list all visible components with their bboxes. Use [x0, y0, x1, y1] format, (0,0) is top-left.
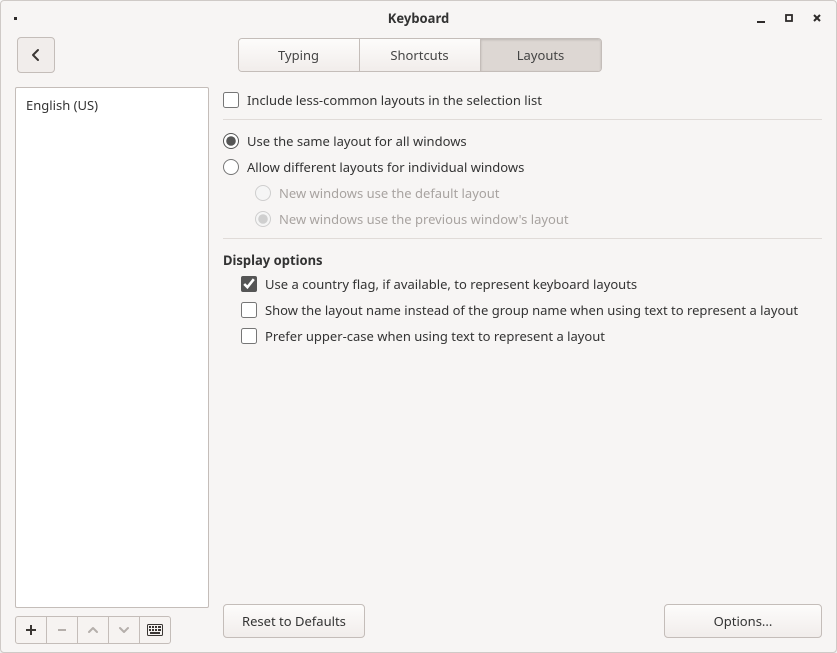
- plus-icon: [24, 623, 38, 637]
- move-down-button[interactable]: [109, 617, 140, 643]
- layout-options-pane: Include less-common layouts in the selec…: [223, 87, 822, 652]
- divider: [223, 119, 822, 120]
- add-layout-button[interactable]: [16, 617, 47, 643]
- country-flag-checkbox[interactable]: [241, 276, 257, 292]
- layout-list-item-label: English (US): [26, 96, 98, 114]
- layout-list[interactable]: English (US): [15, 87, 209, 608]
- layout-name-checkbox[interactable]: [241, 302, 257, 318]
- uppercase-checkbox[interactable]: [241, 328, 257, 344]
- same-layout-label: Use the same layout for all windows: [247, 132, 467, 150]
- move-up-button[interactable]: [78, 617, 109, 643]
- country-flag-label: Use a country flag, if available, to rep…: [265, 275, 637, 293]
- tab-bar: Typing Shortcuts Layouts: [238, 38, 602, 72]
- tab-layouts[interactable]: Layouts: [481, 39, 601, 71]
- reset-defaults-label: Reset to Defaults: [242, 612, 346, 630]
- layout-sidebar: English (US): [15, 87, 209, 652]
- close-icon[interactable]: [810, 11, 824, 25]
- header-row: Typing Shortcuts Layouts: [1, 35, 836, 83]
- tab-typing-label: Typing: [278, 46, 319, 64]
- tab-typing[interactable]: Typing: [239, 39, 360, 71]
- keyboard-icon: [147, 624, 163, 636]
- layout-toolbar: [15, 616, 171, 644]
- keyboard-settings-window: Keyboard Typing Shortcuts Layouts: [0, 0, 837, 653]
- tab-shortcuts[interactable]: Shortcuts: [360, 39, 481, 71]
- chevron-up-icon: [86, 623, 100, 637]
- include-less-common-label: Include less-common layouts in the selec…: [247, 91, 542, 109]
- window-menu-icon[interactable]: [11, 11, 25, 25]
- include-less-common-checkbox[interactable]: [223, 92, 239, 108]
- tab-shortcuts-label: Shortcuts: [390, 46, 448, 64]
- show-layout-button[interactable]: [140, 617, 170, 643]
- options-button[interactable]: Options...: [664, 604, 822, 638]
- minimize-icon[interactable]: [754, 11, 768, 25]
- uppercase-label: Prefer upper-case when using text to rep…: [265, 327, 605, 345]
- layout-list-item[interactable]: English (US): [16, 88, 208, 122]
- diff-layout-label: Allow different layouts for individual w…: [247, 158, 524, 176]
- tab-layouts-label: Layouts: [517, 46, 565, 64]
- maximize-icon[interactable]: [782, 11, 796, 25]
- new-default-radio: [255, 185, 271, 201]
- window-title: Keyboard: [388, 9, 449, 27]
- new-previous-radio: [255, 211, 271, 227]
- chevron-down-icon: [117, 623, 131, 637]
- new-previous-label: New windows use the previous window's la…: [279, 210, 569, 228]
- divider: [223, 238, 822, 239]
- reset-defaults-button[interactable]: Reset to Defaults: [223, 604, 365, 638]
- back-button[interactable]: [17, 37, 55, 73]
- minus-icon: [55, 623, 69, 637]
- titlebar: Keyboard: [1, 1, 836, 35]
- display-options-title: Display options: [223, 247, 822, 271]
- chevron-left-icon: [29, 48, 43, 62]
- layout-name-label: Show the layout name instead of the grou…: [265, 301, 798, 319]
- diff-layout-radio[interactable]: [223, 159, 239, 175]
- same-layout-radio[interactable]: [223, 133, 239, 149]
- options-button-label: Options...: [714, 612, 773, 630]
- new-default-label: New windows use the default layout: [279, 184, 499, 202]
- remove-layout-button[interactable]: [47, 617, 78, 643]
